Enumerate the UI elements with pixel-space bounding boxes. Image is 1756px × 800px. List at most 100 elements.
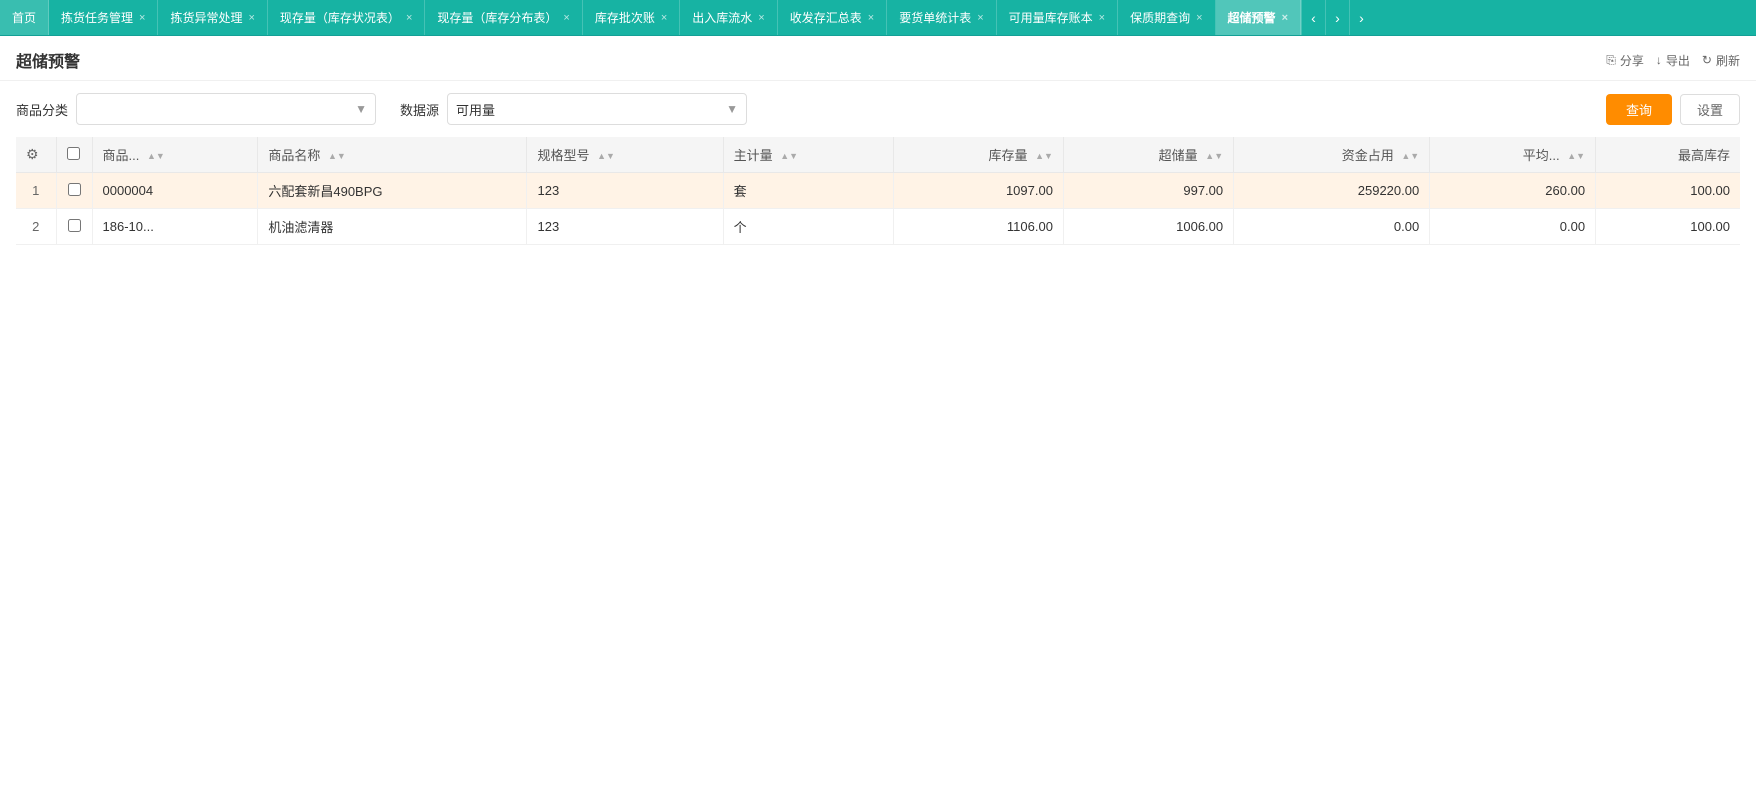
datasource-select[interactable]: 可用量 ▼ <box>447 93 747 125</box>
col-unit[interactable]: 主计量 ▲▼ <box>723 137 893 173</box>
spec-cell: 123 <box>527 209 723 245</box>
category-filter: 商品分类 ▼ <box>16 93 376 125</box>
overstock-table: ⚙ 商品... ▲▼ 商品名称 ▲▼ 规格型号 ▲▼ <box>16 137 1740 245</box>
query-button[interactable]: 查询 <box>1606 94 1672 125</box>
close-icon[interactable]: × <box>563 12 569 24</box>
gear-icon[interactable]: ⚙ <box>26 146 39 162</box>
export-button[interactable]: ↓ 导出 <box>1656 52 1690 69</box>
max-stock-cell: 100.00 <box>1596 209 1740 245</box>
datasource-filter: 数据源 可用量 ▼ <box>400 93 747 125</box>
col-checkbox <box>56 137 92 173</box>
close-icon[interactable]: × <box>977 12 983 24</box>
row-number: 1 <box>16 173 56 209</box>
max-stock-cell: 100.00 <box>1596 173 1740 209</box>
stock-cell: 1097.00 <box>893 173 1063 209</box>
sort-icon: ▲▼ <box>597 152 615 161</box>
avg-cell: 260.00 <box>1430 173 1596 209</box>
select-all-checkbox[interactable] <box>67 147 80 160</box>
close-icon[interactable]: × <box>1196 12 1202 24</box>
refresh-button[interactable]: ↻ 刷新 <box>1702 52 1740 69</box>
close-icon[interactable]: × <box>139 12 145 24</box>
row-checkbox-cell <box>56 173 92 209</box>
nav-item-quality[interactable]: 保质期查询 × <box>1118 0 1215 36</box>
nav-item-summary[interactable]: 收发存汇总表 × <box>778 0 887 36</box>
capital-cell: 259220.00 <box>1234 173 1430 209</box>
category-select[interactable]: ▼ <box>76 93 376 125</box>
col-overstock[interactable]: 超储量 ▲▼ <box>1063 137 1233 173</box>
row-checkbox[interactable] <box>68 183 81 196</box>
col-avg[interactable]: 平均... ▲▼ <box>1430 137 1596 173</box>
col-capital[interactable]: 资金占用 ▲▼ <box>1234 137 1430 173</box>
col-product-name[interactable]: 商品名称 ▲▼ <box>258 137 527 173</box>
chevron-down-icon: ▼ <box>726 102 738 116</box>
sort-icon: ▲▼ <box>147 152 165 161</box>
product-name-cell: 机油滤清器 <box>258 209 527 245</box>
close-icon[interactable]: × <box>1099 12 1105 24</box>
page-header: 超储预警 ⎘ 分享 ↓ 导出 ↻ 刷新 <box>0 36 1756 81</box>
capital-cell: 0.00 <box>1234 209 1430 245</box>
nav-prev-button[interactable]: ‹ <box>1301 0 1325 36</box>
page-title: 超储预警 <box>16 48 80 72</box>
datasource-value: 可用量 <box>456 100 495 119</box>
nav-item-task[interactable]: 拣货任务管理 × <box>49 0 158 36</box>
close-icon[interactable]: × <box>248 12 254 24</box>
close-icon[interactable]: × <box>406 12 412 24</box>
unit-cell: 个 <box>723 209 893 245</box>
table-header-row: ⚙ 商品... ▲▼ 商品名称 ▲▼ 规格型号 ▲▼ <box>16 137 1740 173</box>
table-row: 1 0000004 六配套新昌490BPG 123 套 1097.00 997.… <box>16 173 1740 209</box>
sort-icon: ▲▼ <box>1401 152 1419 161</box>
settings-button[interactable]: 设置 <box>1680 94 1740 125</box>
refresh-icon: ↻ <box>1702 53 1712 67</box>
nav-item-stock-dist[interactable]: 现存量（库存分布表） × <box>425 0 582 36</box>
sort-icon: ▲▼ <box>1205 152 1223 161</box>
col-gear: ⚙ <box>16 137 56 173</box>
close-icon[interactable]: × <box>758 12 764 24</box>
close-icon[interactable]: × <box>868 12 874 24</box>
category-label: 商品分类 <box>16 100 68 119</box>
table-body: 1 0000004 六配套新昌490BPG 123 套 1097.00 997.… <box>16 173 1740 245</box>
col-spec[interactable]: 规格型号 ▲▼ <box>527 137 723 173</box>
filter-actions: 查询 设置 <box>1606 94 1740 125</box>
product-code-cell: 186-10... <box>92 209 258 245</box>
row-checkbox[interactable] <box>68 219 81 232</box>
unit-cell: 套 <box>723 173 893 209</box>
col-max-stock[interactable]: 最高库存 <box>1596 137 1740 173</box>
nav-item-order-stats[interactable]: 要货单统计表 × <box>887 0 996 36</box>
datasource-label: 数据源 <box>400 100 439 119</box>
top-nav: 首页 拣货任务管理 × 拣货异常处理 × 现存量（库存状况表） × 现存量（库存… <box>0 0 1756 36</box>
table-row: 2 186-10... 机油滤清器 123 个 1106.00 1006.00 … <box>16 209 1740 245</box>
share-button[interactable]: ⎘ 分享 <box>1606 52 1644 69</box>
nav-item-home[interactable]: 首页 <box>0 0 49 36</box>
overstock-cell: 1006.00 <box>1063 209 1233 245</box>
nav-item-batch[interactable]: 库存批次账 × <box>583 0 680 36</box>
avg-cell: 0.00 <box>1430 209 1596 245</box>
product-code-cell: 0000004 <box>92 173 258 209</box>
nav-item-flow[interactable]: 出入库流水 × <box>680 0 777 36</box>
export-icon: ↓ <box>1656 53 1662 67</box>
nav-item-stock-status[interactable]: 现存量（库存状况表） × <box>268 0 425 36</box>
sort-icon: ▲▼ <box>780 152 798 161</box>
filter-area: 商品分类 ▼ 数据源 可用量 ▼ 查询 设置 <box>0 81 1756 137</box>
col-stock[interactable]: 库存量 ▲▼ <box>893 137 1063 173</box>
row-number: 2 <box>16 209 56 245</box>
nav-item-abnormal[interactable]: 拣货异常处理 × <box>158 0 267 36</box>
close-icon[interactable]: × <box>1282 12 1288 24</box>
spec-cell: 123 <box>527 173 723 209</box>
chevron-down-icon: ▼ <box>355 102 367 116</box>
overstock-cell: 997.00 <box>1063 173 1233 209</box>
nav-item-available[interactable]: 可用量库存账本 × <box>997 0 1118 36</box>
stock-cell: 1106.00 <box>893 209 1063 245</box>
close-icon[interactable]: × <box>661 12 667 24</box>
nav-more-button[interactable]: › <box>1349 0 1373 36</box>
share-icon: ⎘ <box>1606 53 1616 68</box>
col-product-code[interactable]: 商品... ▲▼ <box>92 137 258 173</box>
product-name-cell: 六配套新昌490BPG <box>258 173 527 209</box>
sort-icon: ▲▼ <box>328 152 346 161</box>
sort-icon: ▲▼ <box>1567 152 1585 161</box>
header-actions: ⎘ 分享 ↓ 导出 ↻ 刷新 <box>1606 52 1740 69</box>
nav-next-button[interactable]: › <box>1325 0 1349 36</box>
page-container: 超储预警 ⎘ 分享 ↓ 导出 ↻ 刷新 商品分类 ▼ 数据源 <box>0 36 1756 800</box>
nav-item-overstock[interactable]: 超储预警 × <box>1216 0 1301 36</box>
sort-icon: ▲▼ <box>1035 152 1053 161</box>
row-checkbox-cell <box>56 209 92 245</box>
